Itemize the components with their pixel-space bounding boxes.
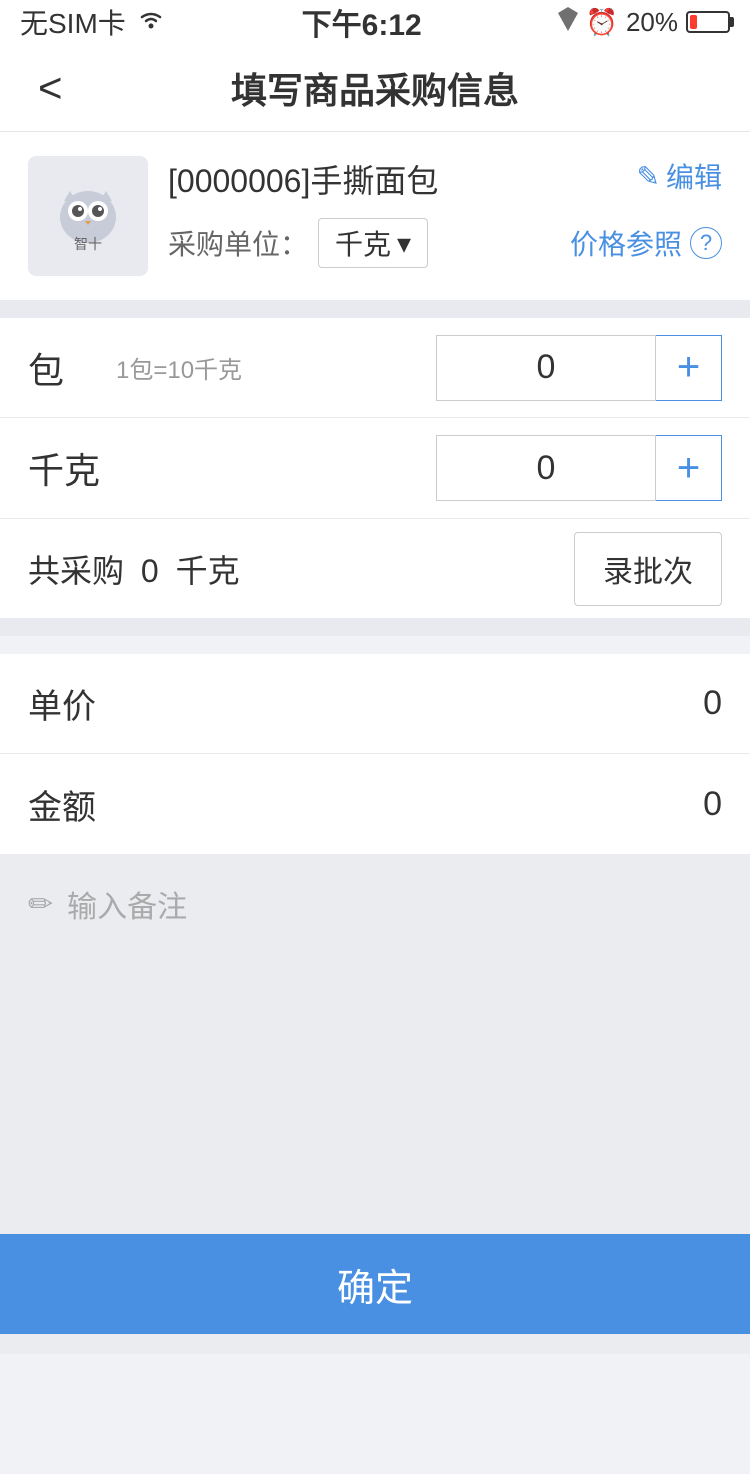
status-left: 无SIM卡 bbox=[20, 2, 166, 42]
alarm-icon: ⏰ bbox=[586, 7, 618, 38]
help-icon: ? bbox=[690, 227, 722, 259]
batch-record-button[interactable]: 录批次 bbox=[574, 532, 722, 606]
price-reference-button[interactable]: 价格参照 ? bbox=[570, 223, 722, 263]
carrier-label: 无SIM卡 bbox=[20, 2, 126, 42]
status-time: 下午6:12 bbox=[302, 0, 422, 44]
section-divider-1 bbox=[0, 300, 750, 318]
kg-input-control: + bbox=[436, 435, 722, 501]
kg-plus-button[interactable]: + bbox=[656, 435, 722, 501]
edit-icon: ✎ bbox=[637, 160, 660, 193]
confirm-button[interactable]: 确定 bbox=[0, 1234, 750, 1334]
note-placeholder: 输入备注 bbox=[67, 882, 187, 926]
kg-input-row: 千克 + bbox=[0, 418, 750, 518]
nav-bar: < 填写商品采购信息 bbox=[0, 44, 750, 132]
product-image: 智十 bbox=[28, 156, 148, 276]
dropdown-icon: ▾ bbox=[397, 227, 411, 260]
product-logo: 智十 bbox=[48, 173, 128, 259]
status-bar: 无SIM卡 下午6:12 ⏰ 20% bbox=[0, 0, 750, 44]
svg-text:智十: 智十 bbox=[74, 236, 102, 252]
unit-row: 采购单位： 千克 ▾ 价格参照 ? bbox=[168, 218, 722, 268]
unit-price-label: 单价 bbox=[28, 679, 703, 728]
summary-text: 共采购 0 千克 bbox=[28, 546, 574, 592]
note-pencil-icon: ✏ bbox=[28, 887, 53, 922]
product-name: [0000006]手撕面包 bbox=[168, 156, 438, 202]
product-info: [0000006]手撕面包 ✎ 编辑 采购单位： 千克 ▾ 价格参照 ? bbox=[168, 156, 722, 268]
section-divider-2 bbox=[0, 618, 750, 636]
unit-price-value: 0 bbox=[703, 684, 722, 723]
status-right: ⏰ 20% bbox=[558, 7, 730, 38]
summary-unit: 千克 bbox=[176, 553, 240, 589]
bag-quantity-input[interactable] bbox=[436, 335, 656, 401]
product-card: 智十 [0000006]手撕面包 ✎ 编辑 采购单位： 千克 ▾ 价格参照 ? bbox=[0, 132, 750, 300]
page-title: 填写商品采购信息 bbox=[231, 62, 519, 114]
note-section[interactable]: ✏ 输入备注 bbox=[0, 854, 750, 954]
summary-row: 共采购 0 千克 录批次 bbox=[0, 518, 750, 618]
amount-label: 金额 bbox=[28, 780, 703, 829]
wifi-icon bbox=[136, 6, 166, 38]
unit-price-row: 单价 0 bbox=[0, 654, 750, 754]
battery-indicator bbox=[686, 11, 730, 33]
price-section: 单价 0 金额 0 bbox=[0, 654, 750, 854]
edit-label: 编辑 bbox=[666, 156, 722, 196]
back-button[interactable]: < bbox=[28, 54, 73, 122]
battery-percent: 20% bbox=[626, 7, 678, 38]
amount-row: 金额 0 bbox=[0, 754, 750, 854]
unit-label: 采购单位： 千克 ▾ bbox=[168, 218, 428, 268]
summary-prefix: 共采购 bbox=[28, 553, 124, 589]
bag-sub-label: 1包=10千克 bbox=[116, 350, 436, 385]
kg-label: 千克 bbox=[28, 442, 108, 494]
bag-input-row: 包 1包=10千克 + bbox=[0, 318, 750, 418]
summary-amount: 0 bbox=[141, 553, 159, 589]
edit-button[interactable]: ✎ 编辑 bbox=[637, 156, 722, 196]
amount-value: 0 bbox=[703, 785, 722, 824]
product-name-row: [0000006]手撕面包 ✎ 编辑 bbox=[168, 156, 722, 202]
location-icon bbox=[558, 7, 578, 38]
bag-input-control: + bbox=[436, 335, 722, 401]
bag-plus-button[interactable]: + bbox=[656, 335, 722, 401]
kg-quantity-input[interactable] bbox=[436, 435, 656, 501]
input-section: 包 1包=10千克 + 千克 + bbox=[0, 318, 750, 518]
bottom-spacer bbox=[0, 1354, 750, 1474]
unit-select[interactable]: 千克 ▾ bbox=[318, 218, 428, 268]
bag-label: 包 bbox=[28, 342, 108, 394]
